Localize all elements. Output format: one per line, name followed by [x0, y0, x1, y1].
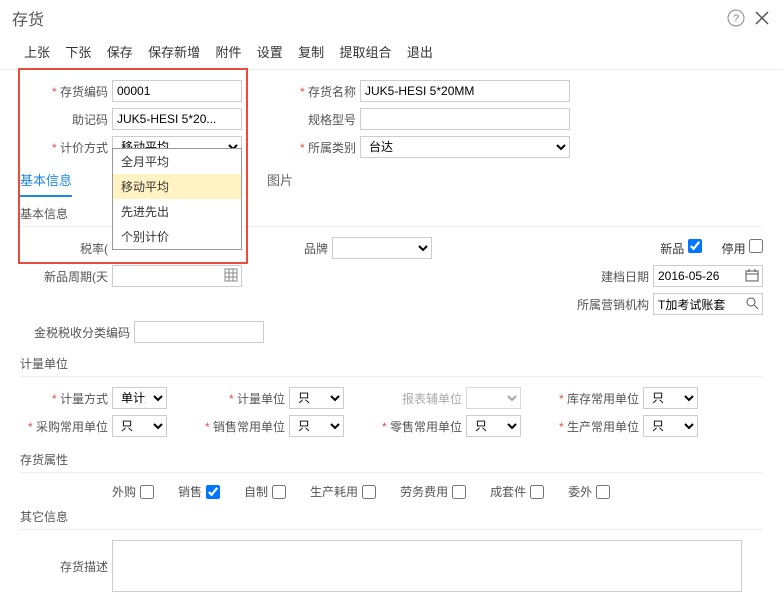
name-label: 存货名称 — [268, 83, 356, 100]
kit-label: 成套件 — [490, 483, 544, 500]
unit-label: 计量单位 — [197, 390, 285, 407]
menu-exit[interactable]: 退出 — [407, 45, 433, 60]
section-unit: 计量单位 — [20, 355, 763, 377]
pricing-option[interactable]: 个别计价 — [113, 224, 241, 249]
menu-save-new[interactable]: 保存新增 — [148, 45, 200, 60]
outwork-check[interactable] — [596, 485, 610, 499]
svg-text:?: ? — [733, 13, 739, 25]
purchaseunit-label: 采购常用单位 — [20, 418, 108, 435]
pricing-label: 计价方式 — [20, 139, 108, 156]
tax-label: 税率( — [20, 240, 108, 257]
stockunit-label: 库存常用单位 — [551, 390, 639, 407]
newperiod-label: 新品周期(天 — [20, 268, 108, 285]
code-input[interactable] — [112, 80, 242, 102]
section-other: 其它信息 — [20, 508, 763, 530]
code-label: 存货编码 — [20, 83, 108, 100]
tab-basic[interactable]: 基本信息 — [20, 164, 72, 197]
menu-settings[interactable]: 设置 — [257, 45, 283, 60]
saleunit-label: 销售常用单位 — [197, 418, 285, 435]
section-attr: 存货属性 — [20, 451, 763, 473]
search-icon[interactable] — [745, 296, 759, 313]
stop-check[interactable] — [749, 239, 763, 253]
selfmade-label: 自制 — [244, 483, 286, 500]
org-label: 所属营销机构 — [577, 296, 649, 313]
menu-copy[interactable]: 复制 — [298, 45, 324, 60]
newperiod-input[interactable] — [112, 265, 242, 287]
labor-label: 劳务费用 — [400, 483, 466, 500]
close-icon[interactable] — [753, 9, 771, 27]
createdate-label: 建档日期 — [601, 268, 649, 285]
consume-label: 生产耗用 — [310, 483, 376, 500]
help-icon[interactable]: ? — [727, 9, 745, 27]
pricing-dropdown: 全月平均 移动平均 先进先出 个别计价 — [112, 148, 242, 250]
stockunit-select[interactable]: 只 — [643, 387, 698, 409]
newprod-check[interactable] — [688, 239, 702, 253]
stop-label: 停用 — [722, 239, 763, 257]
unitmethod-select[interactable]: 单计量 — [112, 387, 167, 409]
calendar-icon[interactable] — [745, 268, 759, 285]
saleunit-select[interactable]: 只 — [289, 415, 344, 437]
brand-label: 品牌 — [268, 240, 328, 257]
pricing-option[interactable]: 全月平均 — [113, 149, 241, 174]
category-label: 所属类别 — [268, 139, 356, 156]
taxcode-input[interactable] — [134, 321, 264, 343]
rptaux-select — [466, 387, 521, 409]
page-title: 存货 — [12, 6, 719, 30]
outwork-label: 委外 — [568, 483, 610, 500]
outsource-label: 外购 — [112, 483, 154, 500]
labor-check[interactable] — [452, 485, 466, 499]
produceunit-label: 生产常用单位 — [551, 418, 639, 435]
retailunit-label: 零售常用单位 — [374, 418, 462, 435]
sale-check[interactable] — [206, 485, 220, 499]
outsource-check[interactable] — [140, 485, 154, 499]
menu-prev[interactable]: 上张 — [24, 45, 50, 60]
brand-select[interactable] — [332, 237, 432, 259]
menu-attach[interactable]: 附件 — [215, 45, 241, 60]
unit-select[interactable]: 只 — [289, 387, 344, 409]
mnem-label: 助记码 — [20, 111, 108, 128]
desc-label: 存货描述 — [20, 558, 108, 575]
tab-image[interactable]: 图片 — [267, 164, 293, 197]
menu-extract[interactable]: 提取组合 — [340, 45, 392, 60]
sale-label: 销售 — [178, 483, 220, 500]
kit-check[interactable] — [530, 485, 544, 499]
produceunit-select[interactable]: 只 — [643, 415, 698, 437]
rptaux-label: 报表辅单位 — [374, 390, 462, 407]
purchaseunit-select[interactable]: 只 — [112, 415, 167, 437]
pricing-option[interactable]: 移动平均 — [113, 174, 241, 199]
grid-icon[interactable] — [224, 268, 238, 285]
name-input[interactable] — [360, 80, 570, 102]
selfmade-check[interactable] — [272, 485, 286, 499]
unitmethod-label: 计量方式 — [20, 390, 108, 407]
spec-input[interactable] — [360, 108, 570, 130]
newprod-label: 新品 — [660, 239, 701, 257]
category-select[interactable]: 台达 — [360, 136, 570, 158]
mnem-input[interactable] — [112, 108, 242, 130]
menubar: 上张 下张 保存 保存新增 附件 设置 复制 提取组合 退出 — [0, 36, 783, 70]
taxcode-label: 金税税收分类编码 — [20, 324, 130, 341]
pricing-option[interactable]: 先进先出 — [113, 199, 241, 224]
retailunit-select[interactable]: 只 — [466, 415, 521, 437]
menu-next[interactable]: 下张 — [65, 45, 91, 60]
menu-save[interactable]: 保存 — [107, 45, 133, 60]
consume-check[interactable] — [362, 485, 376, 499]
spec-label: 规格型号 — [268, 111, 356, 128]
desc-textarea[interactable] — [112, 540, 742, 592]
